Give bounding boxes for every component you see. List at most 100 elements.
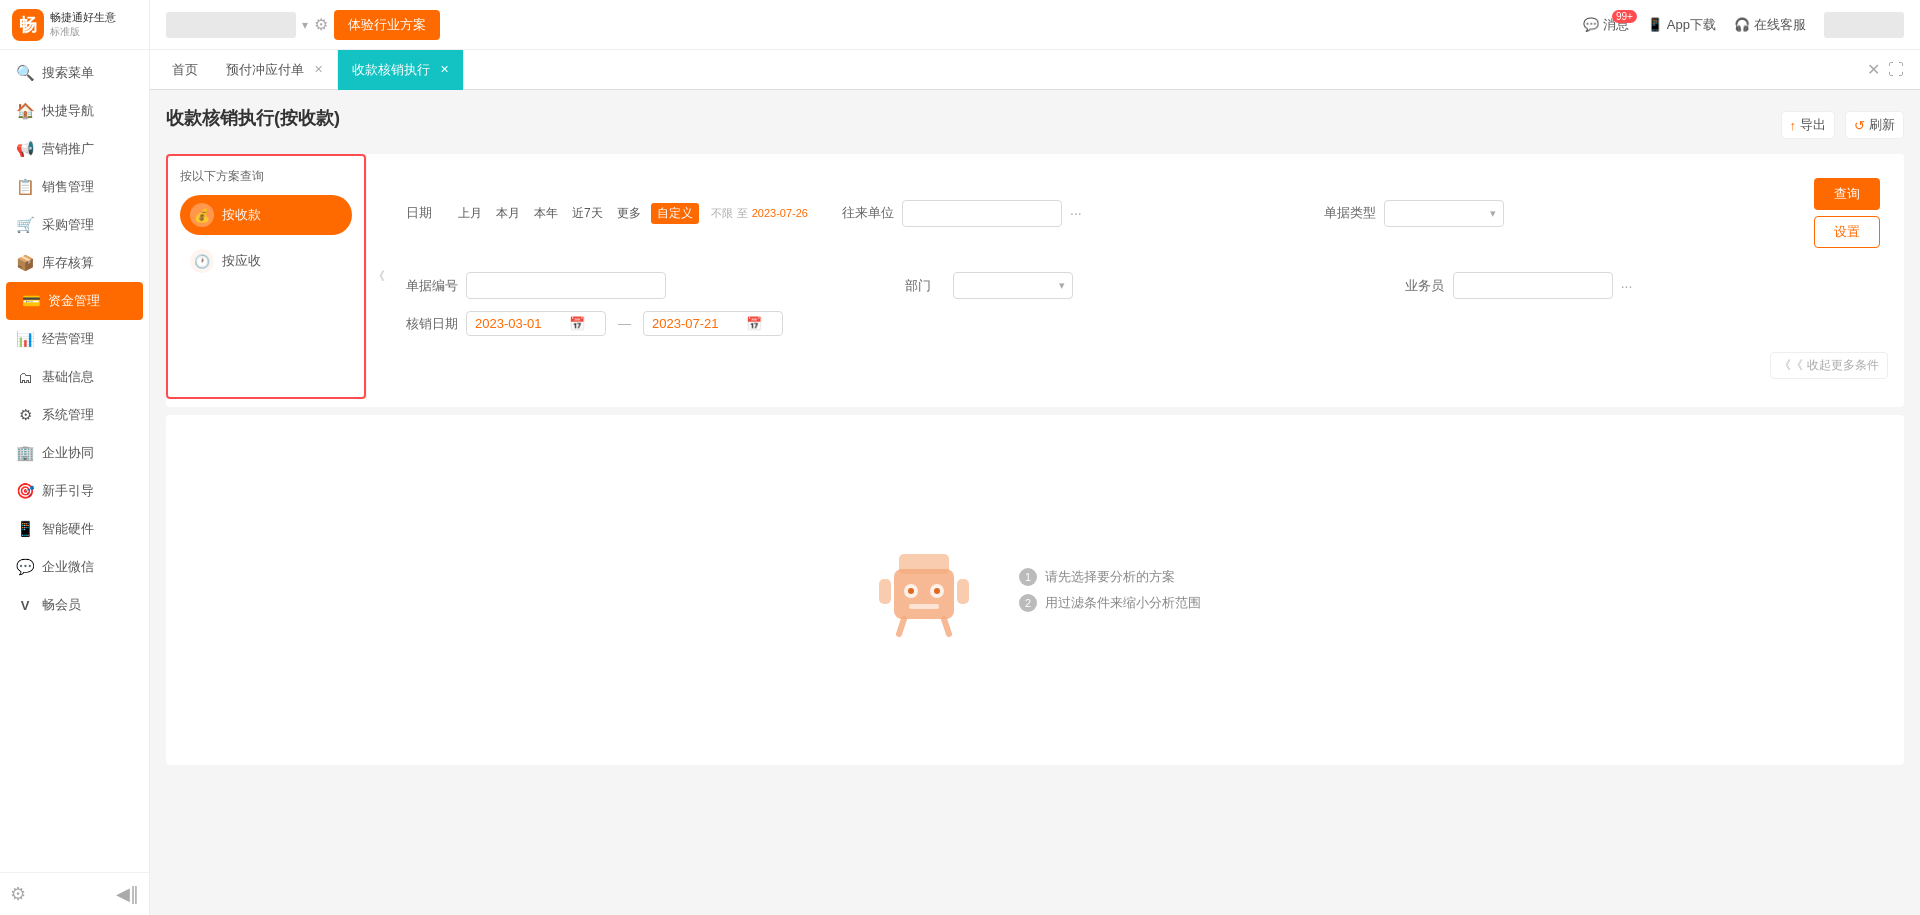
receipt-option-icon: 💰 bbox=[190, 203, 214, 227]
svg-line-10 bbox=[944, 619, 949, 634]
close-tab-receipt-icon[interactable]: ✕ bbox=[440, 63, 449, 76]
refresh-button[interactable]: ↺ 刷新 bbox=[1845, 111, 1904, 139]
sidebar-item-label: 采购管理 bbox=[42, 216, 94, 234]
collapse-sidebar-icon[interactable]: ◀‖ bbox=[116, 883, 139, 905]
date-custom[interactable]: 自定义 bbox=[651, 203, 699, 224]
date-this-month[interactable]: 本月 bbox=[492, 203, 524, 224]
doc-type-select[interactable] bbox=[1384, 200, 1504, 227]
message-button[interactable]: 💬 消息 99+ bbox=[1583, 16, 1629, 34]
sidebar-item-purchase[interactable]: 🛒 采购管理 bbox=[0, 206, 149, 244]
tab-home[interactable]: 首页 bbox=[158, 50, 212, 90]
date-shortcuts: 上月 本月 本年 近7天 更多 自定义 bbox=[454, 203, 699, 224]
date-7days[interactable]: 近7天 bbox=[568, 203, 607, 224]
empty-state: 1 请先选择要分析的方案 2 用过滤条件来缩小分析范围 bbox=[869, 539, 1201, 642]
sidebar-item-label: 营销推广 bbox=[42, 140, 94, 158]
sidebar-item-label: 基础信息 bbox=[42, 368, 94, 386]
verify-date-end-wrap: 📅 bbox=[643, 311, 783, 336]
filter-by-receipt[interactable]: 💰 按收款 bbox=[180, 195, 352, 235]
member-icon: V bbox=[16, 598, 34, 613]
operation-icon: 📊 bbox=[16, 330, 34, 348]
sidebar-item-wechat[interactable]: 💬 企业微信 bbox=[0, 548, 149, 586]
user-info[interactable] bbox=[1824, 12, 1904, 38]
calendar-end-icon[interactable]: 📅 bbox=[746, 316, 762, 331]
counterparty-input[interactable] bbox=[902, 200, 1062, 227]
tab-prepay[interactable]: 预付冲应付单 ✕ bbox=[212, 50, 338, 90]
date-nolimit-label: 不限 bbox=[711, 206, 733, 221]
service-icon: 🎧 bbox=[1734, 17, 1750, 32]
doc-no-input[interactable] bbox=[466, 272, 666, 299]
filter-receipt-label: 按收款 bbox=[222, 206, 261, 224]
calendar-start-icon[interactable]: 📅 bbox=[569, 316, 585, 331]
sidebar-item-guide[interactable]: 🎯 新手引导 bbox=[0, 472, 149, 510]
app-download-button[interactable]: 📱 App下载 bbox=[1647, 16, 1716, 34]
filter-collapse-button[interactable]: 《 bbox=[366, 154, 390, 399]
main-area: ▾ ⚙ 体验行业方案 💬 消息 99+ 📱 App下载 🎧 在线客服 首页 bbox=[150, 0, 1920, 915]
logo-subtitle: 标准版 bbox=[50, 25, 116, 39]
topbar: ▾ ⚙ 体验行业方案 💬 消息 99+ 📱 App下载 🎧 在线客服 bbox=[150, 0, 1920, 50]
settings-button[interactable]: 设置 bbox=[1814, 216, 1880, 248]
maximize-icon[interactable]: ⛶ bbox=[1888, 61, 1904, 79]
sidebar-item-label: 企业微信 bbox=[42, 558, 94, 576]
online-service-button[interactable]: 🎧 在线客服 bbox=[1734, 16, 1806, 34]
date-last-month[interactable]: 上月 bbox=[454, 203, 486, 224]
date-default-label: 2023-07-26 bbox=[752, 207, 808, 219]
tab-home-label: 首页 bbox=[172, 61, 198, 79]
filter-by-receivable[interactable]: 🕐 按应收 bbox=[180, 241, 352, 281]
verify-date-end-input[interactable] bbox=[652, 316, 742, 331]
topbar-gear-icon[interactable]: ⚙ bbox=[314, 15, 328, 34]
svg-rect-0 bbox=[894, 569, 954, 619]
date-this-year[interactable]: 本年 bbox=[530, 203, 562, 224]
salesperson-more-icon[interactable]: ··· bbox=[1621, 278, 1633, 294]
sidebar-item-quicknav[interactable]: 🏠 快捷导航 bbox=[0, 92, 149, 130]
sidebar-item-label: 经营管理 bbox=[42, 330, 94, 348]
sidebar-item-operation[interactable]: 📊 经营管理 bbox=[0, 320, 149, 358]
sidebar-item-member[interactable]: V 畅会员 bbox=[0, 586, 149, 624]
svg-line-9 bbox=[899, 619, 904, 634]
page-toolbar: ↑ 导出 ↺ 刷新 bbox=[1781, 111, 1905, 139]
svg-rect-8 bbox=[957, 579, 969, 604]
sidebar-item-hardware[interactable]: 📱 智能硬件 bbox=[0, 510, 149, 548]
enterprise-icon: 🏢 bbox=[16, 444, 34, 462]
finance-icon: 💳 bbox=[22, 292, 40, 310]
guide-icon: 🎯 bbox=[16, 482, 34, 500]
query-button[interactable]: 查询 bbox=[1814, 178, 1880, 210]
export-label: 导出 bbox=[1800, 116, 1826, 134]
settings-icon[interactable]: ⚙ bbox=[10, 883, 26, 905]
date-more[interactable]: 更多 bbox=[613, 203, 645, 224]
tip-num-1: 1 bbox=[1019, 568, 1037, 586]
doc-type-group: 单据类型 bbox=[1324, 200, 1790, 227]
collapse-more-button[interactable]: 《《 收起更多条件 bbox=[1770, 352, 1888, 379]
sidebar-item-search[interactable]: 🔍 搜索菜单 bbox=[0, 54, 149, 92]
sidebar-item-sales[interactable]: 📋 销售管理 bbox=[0, 168, 149, 206]
sidebar-item-inventory[interactable]: 📦 库存核算 bbox=[0, 244, 149, 282]
sidebar-item-label: 资金管理 bbox=[48, 292, 100, 310]
tab-receipt[interactable]: 收款核销执行 ✕ bbox=[338, 50, 464, 90]
svg-point-4 bbox=[908, 588, 914, 594]
tab-bar: 首页 预付冲应付单 ✕ 收款核销执行 ✕ ✕ ⛶ bbox=[150, 50, 1920, 90]
verify-date-start-input[interactable] bbox=[475, 316, 565, 331]
filter-row-3: 核销日期 📅 — 📅 bbox=[406, 311, 1888, 336]
sidebar-item-finance[interactable]: 💳 资金管理 bbox=[6, 282, 143, 320]
counterparty-more-icon[interactable]: ··· bbox=[1070, 205, 1082, 221]
salesperson-label: 业务员 bbox=[1405, 277, 1445, 295]
close-window-icon[interactable]: ✕ bbox=[1867, 60, 1880, 79]
collapse-icon: 《 bbox=[373, 268, 385, 285]
export-button[interactable]: ↑ 导出 bbox=[1781, 111, 1836, 139]
sidebar-item-label: 畅会员 bbox=[42, 596, 81, 614]
close-tab-prepay-icon[interactable]: ✕ bbox=[314, 63, 323, 76]
solution-button[interactable]: 体验行业方案 bbox=[334, 10, 440, 40]
dropdown-arrow-icon[interactable]: ▾ bbox=[302, 18, 308, 32]
verify-date-label: 核销日期 bbox=[406, 315, 458, 333]
logo-icon: 畅 bbox=[12, 9, 44, 41]
sidebar-item-marketing[interactable]: 📢 营销推广 bbox=[0, 130, 149, 168]
sidebar-item-enterprise[interactable]: 🏢 企业协同 bbox=[0, 434, 149, 472]
dept-select[interactable] bbox=[953, 272, 1073, 299]
salesperson-input[interactable] bbox=[1453, 272, 1613, 299]
topbar-right: 💬 消息 99+ 📱 App下载 🎧 在线客服 bbox=[1583, 12, 1904, 38]
dept-select-wrapper bbox=[953, 272, 1073, 299]
sidebar-item-basic[interactable]: 🗂 基础信息 bbox=[0, 358, 149, 396]
page-content: 收款核销执行(按收款) ↑ 导出 ↺ 刷新 按以下方案查询 💰 按收款 bbox=[150, 90, 1920, 915]
dept-label: 部门 bbox=[905, 277, 945, 295]
filter-panel-title: 按以下方案查询 bbox=[180, 168, 352, 185]
sidebar-item-system[interactable]: ⚙ 系统管理 bbox=[0, 396, 149, 434]
